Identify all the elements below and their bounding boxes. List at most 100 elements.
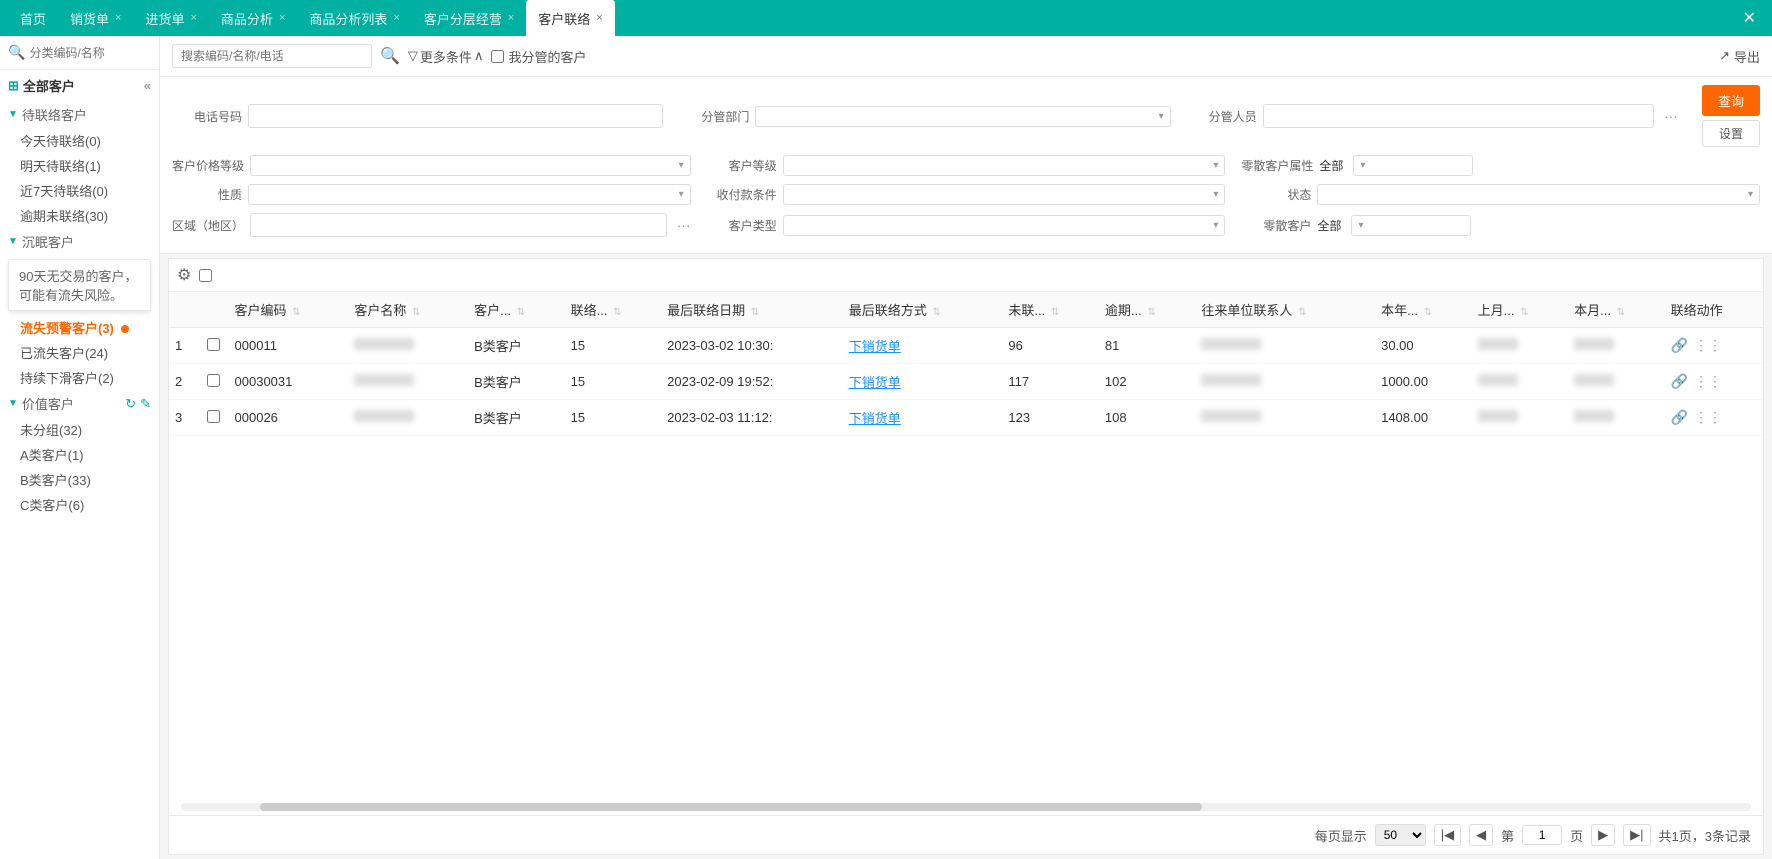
my-customers-check[interactable] (491, 50, 504, 63)
zero-customer-select[interactable]: ▾ (1351, 215, 1471, 236)
th-code[interactable]: 客户编码 ⇅ (229, 292, 349, 328)
prev-page-button[interactable]: ◀ (1469, 824, 1493, 846)
export-button[interactable]: ↗ 导出 (1719, 47, 1760, 66)
sidebar-item-churned[interactable]: 已流失客户(24) (0, 340, 159, 365)
tab-customer-contact[interactable]: 客户联络 × (526, 0, 614, 36)
page-number-input[interactable] (1522, 825, 1562, 845)
zero-purchase-select[interactable]: ▾ (1353, 155, 1473, 176)
sidebar-item-tomorrow-contact[interactable]: 明天待联络(1) (0, 153, 159, 178)
cell-level: B类客户 (468, 328, 565, 364)
query-button[interactable]: 查询 (1702, 85, 1760, 116)
payment-select[interactable]: ▾ (783, 184, 1226, 205)
th-name[interactable]: 客户名称 ⇅ (348, 292, 468, 328)
phone-input[interactable] (248, 104, 663, 128)
th-unit-contact[interactable]: 往来单位联系人 ⇅ (1195, 292, 1375, 328)
sidebar-search-input[interactable] (29, 46, 160, 60)
th-this-month[interactable]: 本月... ⇅ (1568, 292, 1665, 328)
first-page-button[interactable]: |◀ (1434, 824, 1461, 846)
action-more-icon[interactable]: ⋮⋮ (1694, 373, 1722, 390)
sidebar-search-icon: 🔍 (8, 44, 25, 61)
value-group-edit-icon[interactable]: ✎ (140, 396, 151, 412)
th-level[interactable]: 客户... ⇅ (468, 292, 565, 328)
sidebar-item-class-b[interactable]: B类客户(33) (0, 467, 159, 492)
window-close-button[interactable]: ✕ (1735, 8, 1764, 28)
th-not-contacted[interactable]: 未联... ⇅ (1002, 292, 1099, 328)
sidebar-item-ungrouped[interactable]: 未分组(32) (0, 417, 159, 442)
filter-search-button[interactable]: 🔍 (380, 46, 400, 66)
sidebar-group-pending[interactable]: ▼ 待联络客户 (0, 101, 159, 128)
tab-product-analysis[interactable]: 商品分析 × (209, 0, 297, 36)
cell-check[interactable] (199, 400, 229, 436)
sort-overdue-icon: ⇅ (1147, 307, 1155, 318)
sidebar-group-dormant[interactable]: ▼ 沉眠客户 (0, 228, 159, 255)
sidebar-item-declining[interactable]: 持续下滑客户(2) (0, 365, 159, 390)
region-input[interactable] (250, 213, 667, 237)
price-level-select[interactable]: ▾ (250, 155, 691, 176)
my-customers-checkbox[interactable]: 我分管的客户 (491, 47, 586, 66)
tab-home[interactable]: 首页 (8, 0, 58, 36)
table-wrapper[interactable]: 客户编码 ⇅ 客户名称 ⇅ 客户... ⇅ (169, 292, 1763, 799)
more-conditions-toggle[interactable]: ▽ 更多条件 ∧ (408, 47, 484, 66)
next-page-button[interactable]: ▶ (1591, 824, 1615, 846)
tab-customer-tier[interactable]: 客户分层经营 × (412, 0, 526, 36)
last-page-button[interactable]: ▶| (1623, 824, 1650, 846)
cell-last-contact-method[interactable]: 下销货单 (843, 364, 1003, 400)
filter-search-input[interactable] (172, 44, 372, 68)
action-link-icon[interactable]: 🔗 (1671, 373, 1688, 390)
filter-settings-button[interactable]: 设置 (1702, 120, 1760, 147)
th-contact[interactable]: 联络... ⇅ (565, 292, 662, 328)
manager-more-icon[interactable]: ··· (1664, 108, 1678, 124)
horizontal-scrollbar[interactable] (181, 803, 1751, 811)
action-link-icon[interactable]: 🔗 (1671, 409, 1688, 426)
sidebar-item-overdue-contact[interactable]: 逾期未联络(30) (0, 203, 159, 228)
th-overdue[interactable]: 逾期... ⇅ (1099, 292, 1196, 328)
manager-input[interactable] (1263, 104, 1654, 128)
th-last-contact-date[interactable]: 最后联络日期 ⇅ (661, 292, 843, 328)
gender-select[interactable]: ▾ (248, 184, 691, 205)
select-all-checkbox[interactable] (199, 269, 212, 282)
tab-customer-contact-close[interactable]: × (596, 12, 602, 24)
tab-product-analysis-list[interactable]: 商品分析列表 × (297, 0, 411, 36)
sidebar-collapse-btn[interactable]: « (144, 78, 151, 93)
sidebar-item-class-a[interactable]: A类客户(1) (0, 442, 159, 467)
advanced-filter-panel: 电话号码 分管部门 ▾ 分管人员 ··· 查询 设置 (160, 77, 1772, 254)
status-select[interactable]: ▾ (1317, 184, 1760, 205)
cell-last-contact-method[interactable]: 下销货单 (843, 400, 1003, 436)
value-group-refresh-icon[interactable]: ↻ (125, 396, 136, 412)
filter-field-zero-purchase: 零散客户属性 全部 ▾ (1241, 155, 1760, 176)
tab-sales-order[interactable]: 销货单 × (58, 0, 133, 36)
cell-check[interactable] (199, 328, 229, 364)
cell-action[interactable]: 🔗 ⋮⋮ (1665, 328, 1763, 364)
tab-purchase-order-close[interactable]: × (190, 12, 196, 24)
tab-product-analysis-close[interactable]: × (279, 12, 285, 24)
th-this-year[interactable]: 本年... ⇅ (1375, 292, 1472, 328)
tab-purchase-order[interactable]: 进货单 × (133, 0, 208, 36)
tab-customer-tier-close[interactable]: × (508, 12, 514, 24)
tab-product-analysis-list-close[interactable]: × (393, 12, 399, 24)
customer-type-select[interactable]: ▾ (783, 215, 1226, 236)
sidebar-group-value[interactable]: ▼ 价值客户 ↻ ✎ (0, 390, 159, 417)
action-more-icon[interactable]: ⋮⋮ (1694, 337, 1722, 354)
cell-last-contact-method[interactable]: 下销货单 (843, 328, 1003, 364)
row-checkbox-0[interactable] (207, 338, 220, 351)
row-checkbox-2[interactable] (207, 410, 220, 423)
sidebar-item-7day-contact[interactable]: 近7天待联络(0) (0, 178, 159, 203)
table-settings-button[interactable]: ⚙ (177, 265, 191, 285)
th-last-month[interactable]: 上月... ⇅ (1472, 292, 1569, 328)
cell-action[interactable]: 🔗 ⋮⋮ (1665, 400, 1763, 436)
cell-check[interactable] (199, 364, 229, 400)
page-size-select[interactable]: 50 100 200 (1375, 824, 1426, 846)
sidebar-item-today-contact[interactable]: 今天待联络(0) (0, 128, 159, 153)
th-last-contact-method[interactable]: 最后联络方式 ⇅ (843, 292, 1003, 328)
customer-level-select[interactable]: ▾ (783, 155, 1226, 176)
action-link-icon[interactable]: 🔗 (1671, 337, 1688, 354)
dept-select[interactable]: ▾ (755, 106, 1170, 127)
action-more-icon[interactable]: ⋮⋮ (1694, 409, 1722, 426)
sidebar-item-class-c[interactable]: C类客户(6) (0, 492, 159, 517)
tab-sales-order-close[interactable]: × (115, 12, 121, 24)
scrollbar-thumb[interactable] (260, 803, 1202, 811)
cell-action[interactable]: 🔗 ⋮⋮ (1665, 364, 1763, 400)
row-checkbox-1[interactable] (207, 374, 220, 387)
sidebar-item-churn-warning[interactable]: 流失预警客户(3) (0, 315, 159, 340)
region-more-icon[interactable]: ··· (677, 217, 691, 233)
